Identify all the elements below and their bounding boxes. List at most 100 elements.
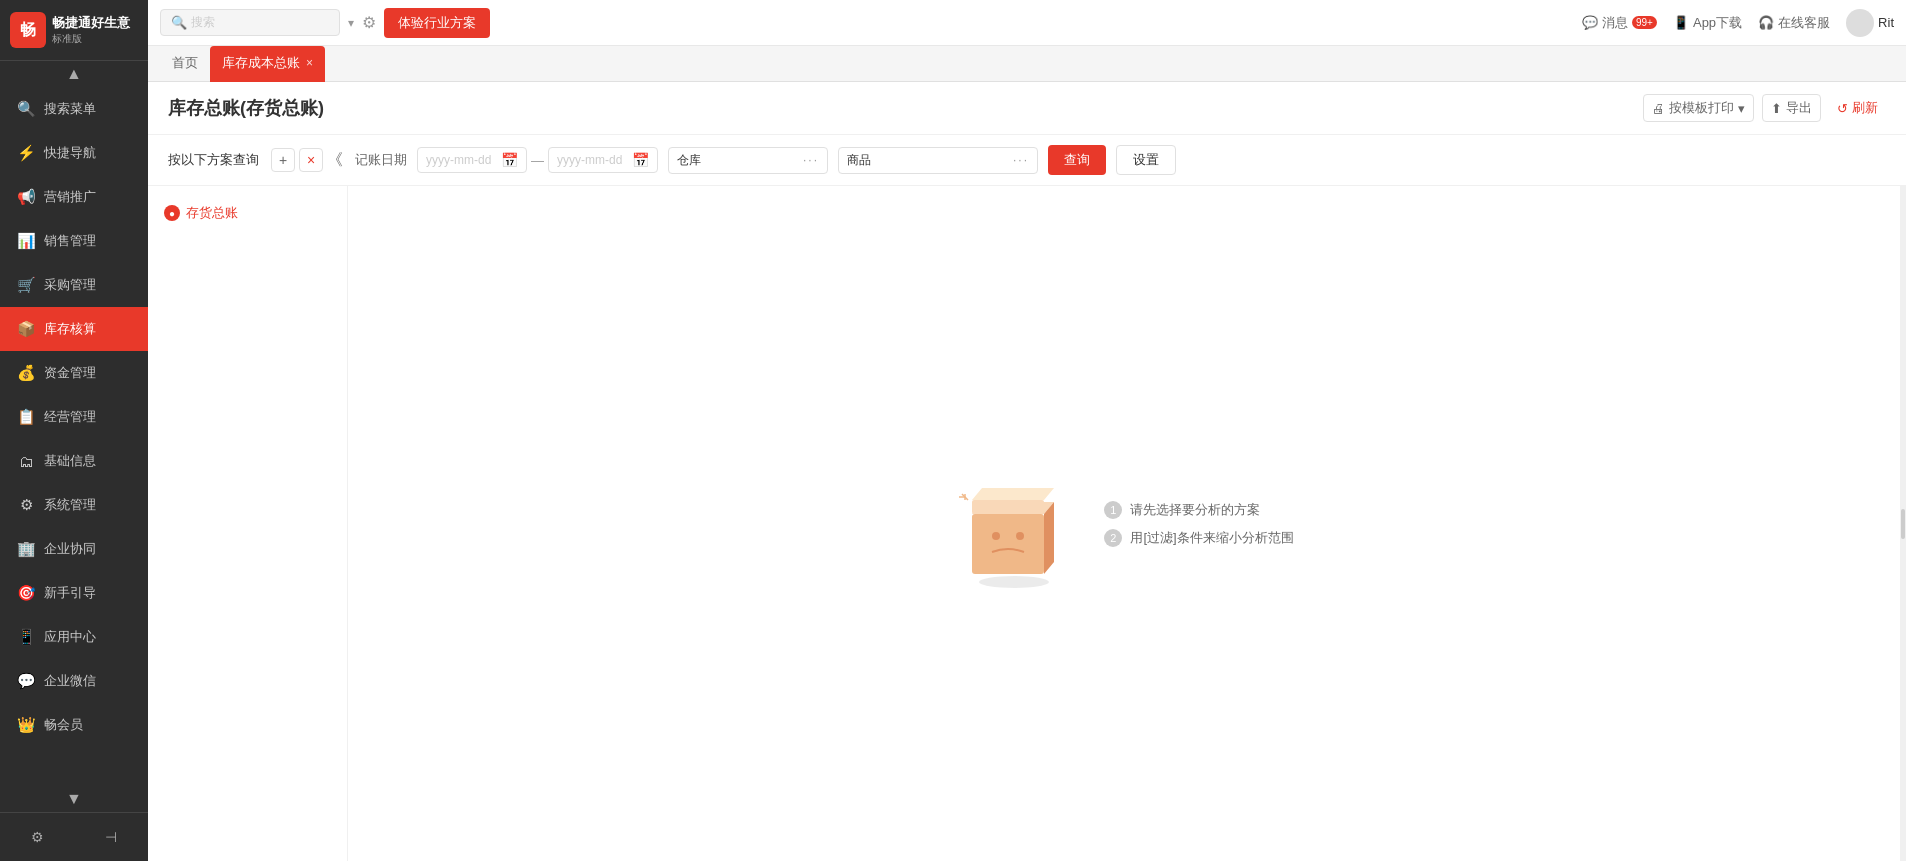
export-icon: ⬆: [1771, 101, 1782, 116]
sidebar-bottom: ⚙ ⊣: [0, 812, 148, 861]
purchase-icon: 🛒: [16, 275, 36, 295]
app-download-action[interactable]: 📱 App下载: [1673, 14, 1742, 32]
warehouse-select[interactable]: 仓库 ···: [668, 147, 828, 174]
tip-2-num: 2: [1104, 529, 1122, 547]
svg-marker-3: [1044, 502, 1054, 574]
refresh-button[interactable]: ↺ 刷新: [1829, 95, 1886, 121]
sidebar-item-label: 系统管理: [44, 496, 96, 514]
filter-add-button[interactable]: +: [271, 148, 295, 172]
sidebar-item-label: 快捷导航: [44, 144, 96, 162]
user-profile[interactable]: Rit: [1846, 9, 1894, 37]
right-side-panel[interactable]: [1900, 186, 1906, 861]
sidebar-item-label: 应用中心: [44, 628, 96, 646]
headset-icon: 🎧: [1758, 15, 1774, 30]
sidebar-item-search[interactable]: 🔍 搜索菜单: [0, 87, 148, 131]
query-button[interactable]: 查询: [1048, 145, 1106, 175]
filter-collapse-icon[interactable]: 《: [327, 150, 343, 171]
svg-rect-4: [972, 500, 1044, 514]
product-more-icon[interactable]: ···: [1013, 153, 1029, 167]
sidebar-item-marketing[interactable]: 📢 营销推广: [0, 175, 148, 219]
sidebar-item-newguide[interactable]: 🎯 新手引导: [0, 571, 148, 615]
filter-actions: + × 《: [271, 148, 343, 172]
side-handle: [1901, 509, 1905, 539]
product-label: 商品: [847, 152, 871, 169]
sidebar-item-inventory[interactable]: 📦 库存核算: [0, 307, 148, 351]
tip-1-num: 1: [1104, 501, 1122, 519]
print-label: 按模板打印: [1669, 99, 1734, 117]
user-avatar: [1846, 9, 1874, 37]
tab-close-icon[interactable]: ×: [306, 56, 313, 70]
warehouse-more-icon[interactable]: ···: [803, 153, 819, 167]
newguide-icon: 🎯: [16, 583, 36, 603]
sidebar-item-wechat[interactable]: 💬 企业微信: [0, 659, 148, 703]
right-content: 1 请先选择要分析的方案 2 用[过滤]条件来缩小分析范围: [348, 186, 1900, 861]
sidebar-item-purchase[interactable]: 🛒 采购管理: [0, 263, 148, 307]
left-panel-item-ledger[interactable]: ● 存货总账: [148, 196, 347, 230]
date-end-input[interactable]: yyyy-mm-dd 📅: [548, 147, 658, 173]
scroll-up-btn[interactable]: ▲: [0, 61, 148, 87]
scroll-down-btn[interactable]: ▼: [0, 786, 148, 812]
search-bar[interactable]: 🔍 搜索: [160, 9, 340, 36]
svg-point-6: [992, 532, 1000, 540]
date-start-placeholder: yyyy-mm-dd: [426, 153, 491, 167]
app-download-label: App下载: [1693, 14, 1742, 32]
settings-button[interactable]: 设置: [1116, 145, 1176, 175]
svg-point-7: [1016, 532, 1024, 540]
search-placeholder: 搜索: [191, 14, 215, 31]
filter-label: 按以下方案查询: [168, 151, 259, 169]
header-gear-icon[interactable]: ⚙: [362, 13, 376, 32]
sidebar-item-shortcut[interactable]: ⚡ 快捷导航: [0, 131, 148, 175]
message-label: 消息: [1602, 14, 1628, 32]
collapse-bottom-icon[interactable]: ⊣: [99, 823, 123, 851]
message-badge: 99+: [1632, 16, 1657, 29]
phone-icon: 📱: [1673, 15, 1689, 30]
empty-tip-1: 1 请先选择要分析的方案: [1104, 501, 1293, 519]
sidebar-item-enterprise[interactable]: 🏢 企业协同: [0, 527, 148, 571]
export-label: 导出: [1786, 99, 1812, 117]
content-split: ● 存货总账: [148, 186, 1906, 861]
tab-inventory-ledger[interactable]: 库存成本总账 ×: [210, 46, 325, 82]
date-start-input[interactable]: yyyy-mm-dd 📅: [417, 147, 527, 173]
svg-marker-5: [972, 488, 1054, 500]
online-service-action[interactable]: 🎧 在线客服: [1758, 14, 1830, 32]
header-chevron-icon[interactable]: ▾: [348, 16, 354, 30]
sidebar-item-member[interactable]: 👑 畅会员: [0, 703, 148, 747]
search-icon: 🔍: [16, 99, 36, 119]
settings-bottom-icon[interactable]: ⚙: [25, 823, 50, 851]
calendar-end-icon[interactable]: 📅: [632, 152, 649, 168]
svg-point-0: [979, 576, 1049, 588]
enterprise-icon: 🏢: [16, 539, 36, 559]
logo-main: 畅捷通好生意: [52, 15, 130, 32]
sidebar-item-basic[interactable]: 🗂 基础信息: [0, 439, 148, 483]
sidebar-item-system[interactable]: ⚙ 系统管理: [0, 483, 148, 527]
date-end-placeholder: yyyy-mm-dd: [557, 153, 622, 167]
print-chevron-icon: ▾: [1738, 101, 1745, 116]
sidebar-item-appcenter[interactable]: 📱 应用中心: [0, 615, 148, 659]
print-button[interactable]: 🖨 按模板打印 ▾: [1643, 94, 1754, 122]
tab-home[interactable]: 首页: [160, 46, 210, 82]
sidebar-item-label: 库存核算: [44, 320, 96, 338]
empty-tip-2: 2 用[过滤]条件来缩小分析范围: [1104, 529, 1293, 547]
ledger-label: 存货总账: [186, 204, 238, 222]
export-button[interactable]: ⬆ 导出: [1762, 94, 1821, 122]
empty-state: 1 请先选择要分析的方案 2 用[过滤]条件来缩小分析范围: [954, 464, 1293, 584]
sales-icon: 📊: [16, 231, 36, 251]
sidebar-item-operation[interactable]: 📋 经营管理: [0, 395, 148, 439]
filter-clear-button[interactable]: ×: [299, 148, 323, 172]
empty-illustration: [954, 464, 1074, 584]
sidebar-item-label: 新手引导: [44, 584, 96, 602]
page-actions: 🖨 按模板打印 ▾ ⬆ 导出 ↺ 刷新: [1643, 94, 1886, 122]
refresh-label: 刷新: [1852, 99, 1878, 117]
sidebar-item-label: 采购管理: [44, 276, 96, 294]
product-select[interactable]: 商品 ···: [838, 147, 1038, 174]
finance-icon: 💰: [16, 363, 36, 383]
calendar-start-icon[interactable]: 📅: [501, 152, 518, 168]
sidebar-item-sales[interactable]: 📊 销售管理: [0, 219, 148, 263]
sidebar-item-label: 搜索菜单: [44, 100, 96, 118]
svg-rect-1: [972, 514, 1044, 574]
message-action[interactable]: 💬 消息 99+: [1582, 14, 1657, 32]
tab-bar: 首页 库存成本总账 ×: [148, 46, 1906, 82]
operation-icon: 📋: [16, 407, 36, 427]
sidebar-item-finance[interactable]: 💰 资金管理: [0, 351, 148, 395]
industry-button[interactable]: 体验行业方案: [384, 8, 490, 38]
